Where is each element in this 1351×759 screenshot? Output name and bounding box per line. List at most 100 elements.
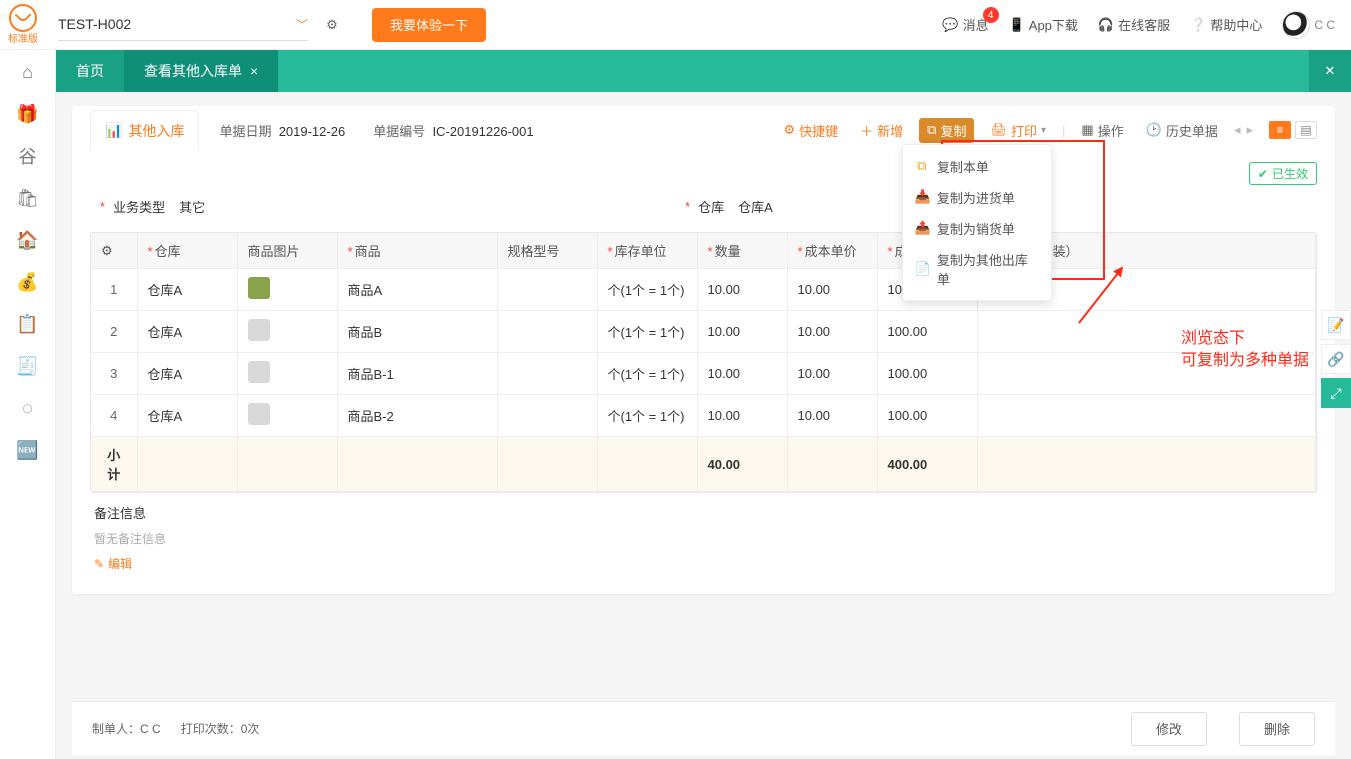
- th-image: 商品图片: [237, 233, 337, 269]
- copy-doc-icon: ⧉: [915, 158, 929, 174]
- cell-product: 商品B: [337, 311, 497, 353]
- cell-image: [237, 269, 337, 311]
- online-service-label: 在线客服: [1118, 15, 1170, 34]
- next-icon[interactable]: ▸: [1246, 122, 1253, 138]
- cell-image: [237, 311, 337, 353]
- tabbar: 首页 查看其他入库单 × ✕: [56, 50, 1351, 92]
- sidebar-home-icon[interactable]: ⌂: [16, 60, 40, 84]
- sidebar-clipboard-icon[interactable]: 📋: [16, 312, 40, 336]
- table-row[interactable]: 4仓库A商品B-2个(1个 = 1个)10.0010.00100.00: [91, 395, 1316, 437]
- biz-type-label: 业务类型: [113, 197, 165, 216]
- cell-unit: 个(1个 = 1个): [597, 311, 697, 353]
- th-unit: *库存单位: [597, 233, 697, 269]
- status-text: 已生效: [1272, 165, 1308, 182]
- copy-item1-label: 复制本单: [937, 157, 989, 176]
- cell-qty: 10.00: [697, 269, 787, 311]
- shortcut-button[interactable]: ⚙快捷键: [777, 118, 844, 143]
- product-thumb-icon: [248, 319, 270, 341]
- add-button[interactable]: ＋新增: [854, 118, 909, 143]
- cell-qty: 10.00: [697, 395, 787, 437]
- creator-info: 制单人：C C: [92, 720, 161, 737]
- remark-edit-button[interactable]: ✎编辑: [94, 555, 132, 572]
- cell-available: [977, 395, 1316, 437]
- copy-item4-label: 复制为其他出库单: [937, 250, 1039, 288]
- org-select[interactable]: TEST-H002 ﹀: [58, 9, 308, 41]
- table-row[interactable]: 1仓库A商品A个(1个 = 1个)10.0010.00100.00: [91, 269, 1316, 311]
- add-label: 新增: [877, 121, 903, 140]
- close-all-tabs-button[interactable]: ✕: [1309, 50, 1351, 92]
- avatar: [1282, 11, 1310, 39]
- th-gear[interactable]: ⚙: [91, 233, 137, 269]
- pin-link-icon[interactable]: 🔗: [1321, 344, 1351, 374]
- right-pins: 📝 🔗 ⤢: [1321, 310, 1351, 408]
- sidebar-bag-icon[interactable]: 🛍: [16, 186, 40, 210]
- card-title-tab[interactable]: 📊 其他入库: [90, 110, 199, 150]
- footer-bar: 制单人：C C 打印次数：0次 修改 删除: [72, 701, 1335, 755]
- modify-button[interactable]: 修改: [1131, 712, 1207, 746]
- doc-meta: 单据日期 2019-12-26 单据编号 IC-20191226-001: [219, 121, 533, 140]
- pencil-icon: ✎: [94, 557, 104, 571]
- th-unit-cost: *成本单价: [787, 233, 877, 269]
- history-button[interactable]: 🕑历史单据: [1140, 118, 1224, 143]
- print-button[interactable]: 🖨打印▾: [984, 118, 1052, 143]
- cell-qty: 10.00: [697, 311, 787, 353]
- sidebar-gift-icon[interactable]: 🎁: [16, 102, 40, 126]
- cell-image: [237, 353, 337, 395]
- sidebar-receipt-icon[interactable]: 🧾: [16, 354, 40, 378]
- user-name: C C: [1314, 18, 1335, 32]
- settings-button[interactable]: ⚙: [316, 9, 348, 41]
- cell-warehouse: 仓库A: [137, 311, 237, 353]
- pager: ◂ ▸: [1234, 122, 1253, 138]
- help-center-button[interactable]: ❔ 帮助中心: [1190, 15, 1262, 34]
- copy-to-other-out[interactable]: 📄复制为其他出库单: [903, 244, 1051, 294]
- delete-button[interactable]: 删除: [1239, 712, 1315, 746]
- topbar: 标准版 TEST-H002 ﹀ ⚙ 我要体验一下 💬 消息 4 📱 App下载 …: [0, 0, 1351, 50]
- print-count-info: 打印次数：0次: [181, 720, 260, 737]
- chevron-down-icon: ▾: [1041, 125, 1046, 136]
- online-service-button[interactable]: 🎧 在线客服: [1098, 15, 1170, 34]
- view-list-icon[interactable]: ≡: [1269, 121, 1291, 139]
- app-download-button[interactable]: 📱 App下载: [1009, 15, 1078, 34]
- date-value: 2019-12-26: [279, 124, 346, 139]
- copy-to-purchase[interactable]: 📥复制为进货单: [903, 182, 1051, 213]
- messages-badge: 4: [983, 7, 999, 23]
- tab-close-icon[interactable]: ×: [250, 63, 258, 79]
- remark-title: 备注信息: [94, 503, 1313, 522]
- check-icon: ✔: [1258, 167, 1268, 181]
- subtotal-qty: 40.00: [697, 437, 787, 492]
- cell-spec: [497, 311, 597, 353]
- pin-note-icon[interactable]: 📝: [1321, 310, 1351, 340]
- ops-button[interactable]: ▦操作: [1075, 118, 1129, 143]
- copy-this-doc[interactable]: ⧉ 复制本单: [903, 151, 1051, 182]
- copy-button[interactable]: ⧉复制 ⧉复制本单 📥复制为进货单 📤复制为销货单 📄复制为其他出库单: [919, 118, 974, 143]
- tab-home[interactable]: 首页: [56, 50, 124, 92]
- prev-icon[interactable]: ◂: [1234, 122, 1241, 138]
- remark-empty: 暂无备注信息: [94, 530, 1313, 547]
- sidebar-warehouse-icon[interactable]: 🏠: [16, 228, 40, 252]
- cell-qty: 10.00: [697, 353, 787, 395]
- copy-to-sales[interactable]: 📤复制为销货单: [903, 213, 1051, 244]
- cell-image: [237, 395, 337, 437]
- remark-block: 备注信息 暂无备注信息 ✎编辑: [72, 493, 1335, 582]
- table-row[interactable]: 3仓库A商品B-1个(1个 = 1个)10.0010.00100.00: [91, 353, 1316, 395]
- try-button[interactable]: 我要体验一下: [372, 8, 486, 42]
- gear-icon: ⚙: [326, 17, 338, 33]
- table-row[interactable]: 2仓库A商品B个(1个 = 1个)10.0010.00100.00: [91, 311, 1316, 353]
- sidebar-refresh-icon[interactable]: ◌: [16, 396, 40, 420]
- plus-icon: ＋: [860, 121, 873, 140]
- view-card-icon[interactable]: ▤: [1295, 121, 1317, 139]
- copy-item3-label: 复制为销货单: [937, 219, 1015, 238]
- sidebar-house-icon[interactable]: ⾕: [16, 144, 40, 168]
- pin-expand-icon[interactable]: ⤢: [1321, 378, 1351, 408]
- th-spec: 规格型号: [497, 233, 597, 269]
- sidebar-new-icon[interactable]: 🆕: [16, 438, 40, 462]
- biz-type-value: 其它: [179, 197, 205, 216]
- product-thumb-icon: [248, 361, 270, 383]
- cell-spec: [497, 395, 597, 437]
- user-menu[interactable]: C C: [1282, 11, 1335, 39]
- line-items-table: ⚙ *仓库 商品图片 *商品 规格型号 *库存单位 *数量 *成本单价 *成本金…: [90, 232, 1317, 493]
- th-qty: *数量: [697, 233, 787, 269]
- tab-active[interactable]: 查看其他入库单 ×: [124, 50, 278, 92]
- sidebar-finance-icon[interactable]: 💰: [16, 270, 40, 294]
- messages-button[interactable]: 💬 消息 4: [942, 15, 988, 34]
